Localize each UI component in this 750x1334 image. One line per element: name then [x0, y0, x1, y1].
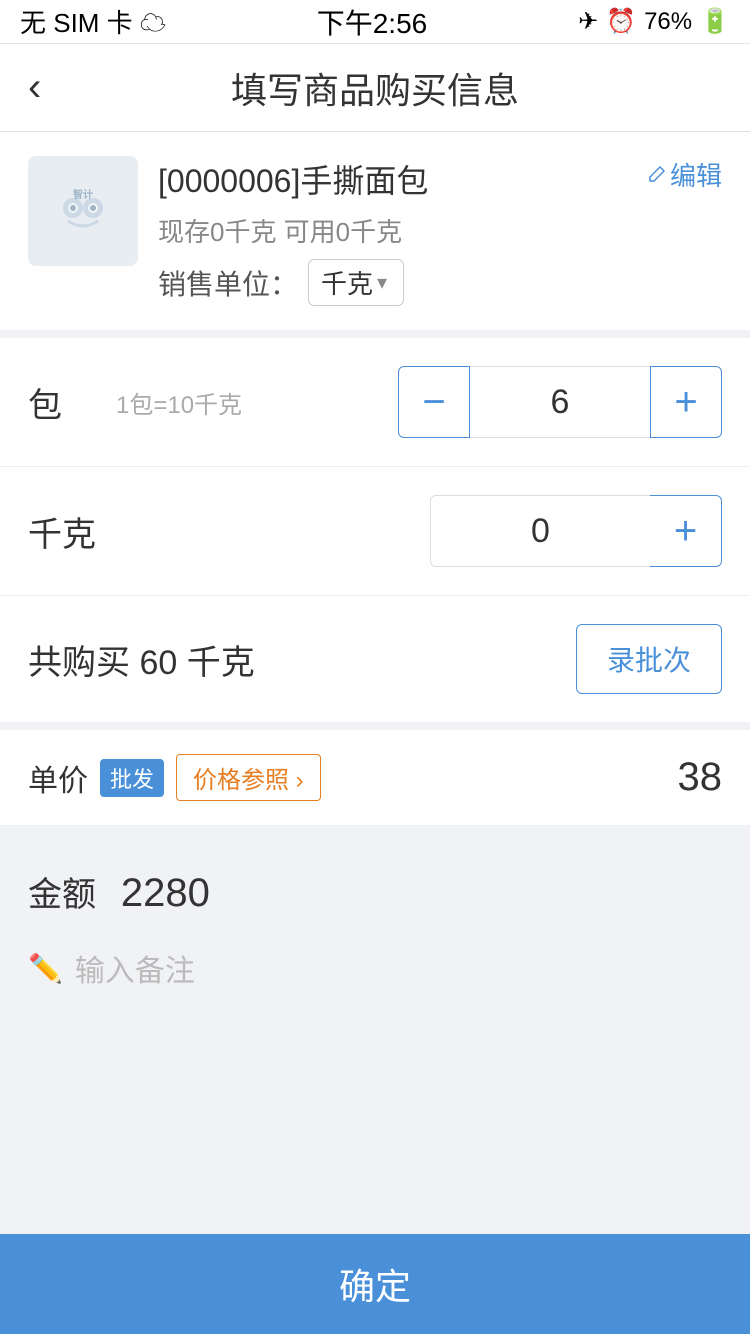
bag-quantity-controls: − + — [398, 366, 722, 438]
status-time: 下午2:56 — [317, 2, 428, 42]
bag-increase-button[interactable]: + — [650, 366, 722, 438]
price-reference-button[interactable]: 价格参照 › — [176, 754, 321, 801]
product-unit-row: 销售单位： 千克 ▾ — [158, 259, 722, 306]
sim-status: 无 SIM 卡 ☁ — [20, 3, 166, 40]
bag-decrease-button[interactable]: − — [398, 366, 470, 438]
batch-button[interactable]: 录批次 — [576, 624, 722, 694]
kg-quantity-input[interactable] — [430, 495, 650, 567]
back-button[interactable]: ‹ — [28, 65, 41, 110]
remark-row[interactable]: ✏️ 输入备注 — [28, 936, 722, 1010]
status-left: 无 SIM 卡 ☁ — [20, 3, 166, 40]
status-right: ✈ ⏰ 76% 🔋 — [578, 7, 730, 36]
price-section: 单价 批发 价格参照 › 38 — [0, 730, 750, 833]
battery-level: 76% — [644, 8, 692, 36]
bag-label: 包 — [28, 378, 108, 427]
svg-text:智计: 智计 — [73, 188, 93, 201]
product-info: [0000006]手撕面包 编辑 现存0千克 可用0千克 销售单位： 千克 ▾ — [158, 156, 722, 306]
kg-label: 千克 — [28, 507, 108, 556]
kg-quantity-row: 千克 + — [0, 467, 750, 596]
amount-row: 金额 2280 — [28, 857, 722, 936]
bag-quantity-input[interactable] — [470, 366, 650, 438]
page-title: 填写商品购买信息 — [231, 62, 519, 114]
kg-quantity-controls: + — [430, 495, 722, 567]
confirm-bar[interactable]: 确定 — [0, 1234, 750, 1334]
remark-placeholder: 输入备注 — [75, 946, 195, 990]
location-icon: ✈ — [578, 7, 598, 36]
nav-bar: ‹ 填写商品购买信息 — [0, 44, 750, 132]
edit-button[interactable]: 编辑 — [646, 156, 722, 193]
product-thumbnail: 智计 — [28, 156, 138, 266]
dropdown-icon: ▾ — [377, 270, 387, 295]
kg-increase-button[interactable]: + — [650, 495, 722, 567]
unit-select[interactable]: 千克 ▾ — [308, 259, 404, 306]
product-stock: 现存0千克 可用0千克 — [158, 212, 722, 249]
wholesale-tag: 批发 — [100, 759, 164, 797]
alarm-icon: ⏰ — [606, 7, 636, 36]
product-name: [0000006]手撕面包 — [158, 156, 428, 202]
price-left: 单价 批发 价格参照 › — [28, 754, 321, 801]
amount-value: 2280 — [121, 871, 210, 915]
unit-price-label: 单价 — [28, 756, 88, 800]
amount-label: 金额 — [28, 876, 96, 914]
summary-text: 共购买 60 千克 — [28, 635, 255, 684]
amount-section: 金额 2280 ✏️ 输入备注 — [0, 833, 750, 1010]
price-value: 38 — [678, 755, 723, 800]
product-card: 智计 [0000006]手撕面包 编辑 现存0千克 可用0千克 销售单位： — [0, 132, 750, 338]
bag-hint: 1包=10千克 — [116, 385, 242, 420]
status-bar: 无 SIM 卡 ☁ 下午2:56 ✈ ⏰ 76% 🔋 — [0, 0, 750, 44]
battery-icon: 🔋 — [700, 7, 730, 36]
unit-label: 销售单位： — [158, 263, 298, 303]
summary-row: 共购买 60 千克 录批次 — [0, 596, 750, 730]
edit-icon: ✏️ — [28, 952, 63, 985]
confirm-button[interactable]: 确定 — [339, 1258, 411, 1310]
bag-quantity-row: 包 1包=10千克 − + — [0, 338, 750, 467]
